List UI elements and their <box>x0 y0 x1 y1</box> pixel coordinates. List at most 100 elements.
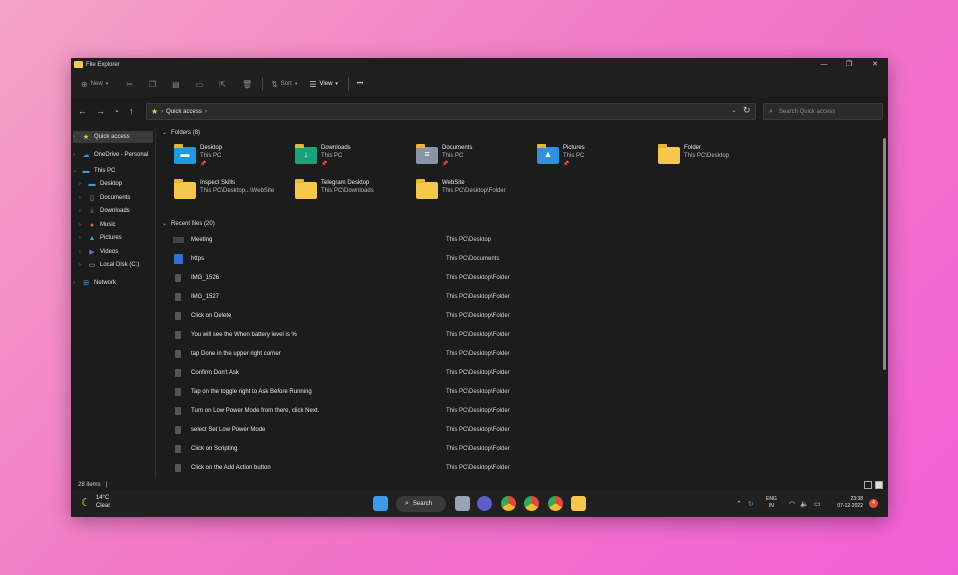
quick-settings[interactable]: ◠ 🔈 ▭ <box>789 491 820 517</box>
language-indicator[interactable]: ENG IN <box>766 496 777 510</box>
rename-button[interactable]: ▭ <box>196 75 204 93</box>
more-options-button[interactable]: ••• <box>357 75 363 93</box>
recent-file-row[interactable]: IMG_1527 This PC\Desktop\Folder <box>157 288 873 307</box>
sidebar-item-local-disk[interactable]: › ▭ Local Disk (C:) <box>79 259 139 271</box>
clipboard-icon: ▤ <box>172 79 180 89</box>
chevron-right-icon: › <box>161 108 164 115</box>
expand-arrow-icon: › <box>79 181 81 187</box>
file-name: Tap on the toggle right to Ask Before Ru… <box>191 389 312 395</box>
file-location: This PC\Desktop\Folder <box>446 446 510 452</box>
sidebar-item-videos[interactable]: › ▶ Videos <box>79 246 118 258</box>
folder-tile-telegram-desktop[interactable]: Telegram Desktop This PC\Downloads <box>293 178 413 208</box>
paste-button[interactable]: ▤ <box>172 75 180 93</box>
minimize-button[interactable]: — <box>813 58 835 71</box>
sidebar-item-downloads[interactable]: › ⤓ Downloads <box>79 205 130 217</box>
recent-file-row[interactable]: Turn on Low Power Mode from there, click… <box>157 402 873 421</box>
folder-tile-pictures[interactable]: ▲ Pictures This PC 📌 <box>535 143 655 173</box>
teams-chat-icon[interactable] <box>477 496 492 511</box>
chrome-icon[interactable] <box>548 496 563 511</box>
chrome-icon[interactable] <box>524 496 539 511</box>
more-label: ••• <box>356 81 364 87</box>
weather-widget[interactable]: ☾ 14°C Clear <box>81 494 110 510</box>
recent-file-row[interactable]: Click on Delete This PC\Desktop\Folder <box>157 307 873 326</box>
recent-files-group-header[interactable]: ⌄ Recent files (20) <box>162 220 215 228</box>
tiles-view-button[interactable] <box>875 481 883 489</box>
sidebar-item-label: Downloads <box>100 208 130 214</box>
chevron-up-icon[interactable]: ⌃ <box>736 500 742 508</box>
recent-file-row[interactable]: select Set Low Power Mode This PC\Deskto… <box>157 421 873 440</box>
pane-splitter[interactable] <box>155 128 156 478</box>
address-bar[interactable]: ★ › Quick access › ⌄ <box>146 103 756 120</box>
taskbar-search-button[interactable]: ⌕ Search <box>396 496 446 512</box>
chrome-icon[interactable] <box>501 496 516 511</box>
copy-button[interactable]: ❐ <box>149 75 156 93</box>
recent-file-row[interactable]: Meeting This PC\Desktop <box>157 231 873 250</box>
folder-tile-website[interactable]: WebSite This PC\Desktop\Folder <box>414 178 534 208</box>
view-button[interactable]: ☰ View ▾ <box>309 75 338 93</box>
folder-name: Pictures <box>563 145 585 151</box>
sidebar-item-onedrive[interactable]: › ☁ OneDrive - Personal <box>73 149 148 161</box>
refresh-button[interactable]: ↻ <box>743 105 751 116</box>
pin-icon: 📌 <box>442 161 449 167</box>
sync-icon[interactable]: ↻ <box>748 500 754 508</box>
vertical-scrollbar[interactable] <box>883 138 886 370</box>
file-location: This PC\Desktop\Folder <box>446 294 510 300</box>
maximize-button[interactable]: ❐ <box>838 58 860 71</box>
back-button[interactable]: ← <box>78 106 87 116</box>
search-placeholder: Search Quick access <box>778 108 836 115</box>
folder-tile-downloads[interactable]: ↓ Downloads This PC 📌 <box>293 143 413 173</box>
file-location: This PC\Desktop\Folder <box>446 332 510 338</box>
recent-file-row[interactable]: tap Done in the upper right corner This … <box>157 345 873 364</box>
file-name: Click on the Add Action button <box>191 465 271 471</box>
close-button[interactable]: ✕ <box>864 58 886 71</box>
recent-file-row[interactable]: Click on the Add Action button This PC\D… <box>157 459 873 478</box>
recent-file-row[interactable]: IMG_1526 This PC\Desktop\Folder <box>157 269 873 288</box>
recent-file-row[interactable]: Click on Scripting This PC\Desktop\Folde… <box>157 440 873 459</box>
file-name: https <box>191 256 205 262</box>
file-location: This PC\Documents <box>446 256 500 262</box>
recent-file-row[interactable]: Tap on the toggle right to Ask Before Ru… <box>157 383 873 402</box>
folder-tile-folder[interactable]: Folder This PC\Desktop <box>656 143 776 173</box>
chevron-down-icon: ▾ <box>105 81 109 87</box>
sidebar-item-network[interactable]: › ⊞ Network <box>73 277 116 289</box>
breadcrumb[interactable]: Quick access <box>166 109 202 115</box>
image-file-icon <box>175 388 181 396</box>
file-explorer-icon[interactable] <box>571 496 586 511</box>
file-location: This PC\Desktop\Folder <box>446 389 510 395</box>
sidebar-item-desktop[interactable]: › ▬ Desktop <box>79 178 122 190</box>
image-file-icon <box>175 407 181 415</box>
file-name: tap Done in the upper right corner <box>191 351 281 357</box>
sort-button[interactable]: ⇅ Sort ▾ <box>271 75 297 93</box>
folder-path: This PC <box>321 153 343 159</box>
folder-tile-desktop[interactable]: ▬ Desktop This PC 📌 <box>172 143 292 173</box>
details-view-button[interactable] <box>864 481 872 489</box>
start-icon[interactable] <box>373 496 388 511</box>
sidebar-item-quick-access[interactable]: › ★ Quick access <box>73 131 153 143</box>
folder-tile-documents[interactable]: ≡ Documents This PC 📌 <box>414 143 534 173</box>
file-location: This PC\Desktop\Folder <box>446 351 510 357</box>
sidebar-item-music[interactable]: › ● Music <box>79 219 116 231</box>
sidebar-item-label: Music <box>100 222 116 228</box>
recent-file-row[interactable]: https This PC\Documents <box>157 250 873 269</box>
address-dropdown-button[interactable]: ⌄ <box>727 104 741 119</box>
file-name: select Set Low Power Mode <box>191 427 266 433</box>
delete-button[interactable]: 🗑 <box>242 75 252 93</box>
task-view-icon[interactable] <box>455 496 470 511</box>
share-button[interactable]: ⇱ <box>219 75 226 93</box>
new-button[interactable]: ⊕ New ▾ <box>81 75 108 93</box>
recent-locations-button[interactable]: ⌄ <box>114 106 120 114</box>
sidebar-item-documents[interactable]: › ▯ Documents <box>79 192 130 204</box>
recent-file-row[interactable]: Confirm Don't Ask This PC\Desktop\Folder <box>157 364 873 383</box>
network-icon: ⊞ <box>83 280 89 287</box>
sidebar-item-pictures[interactable]: › ▲ Pictures <box>79 232 122 244</box>
folder-tile-inspect-skills[interactable]: Inspect Skills This PC\Desktop...\WebSit… <box>172 178 292 208</box>
folders-group-header[interactable]: ⌄ Folders (8) <box>162 129 200 137</box>
clock[interactable]: 23:38 07-12-2022 <box>831 496 863 510</box>
sidebar-item-this-pc[interactable]: ⌄ ▬ This PC <box>73 165 115 177</box>
cut-button[interactable]: ✂ <box>126 75 133 93</box>
recent-file-row[interactable]: You will see the When battery level is %… <box>157 326 873 345</box>
up-button[interactable]: ↑ <box>129 106 134 116</box>
forward-button[interactable]: → <box>96 106 105 116</box>
notification-badge[interactable]: 4 <box>869 499 878 508</box>
search-input[interactable]: ⌕ Search Quick access <box>763 103 883 120</box>
